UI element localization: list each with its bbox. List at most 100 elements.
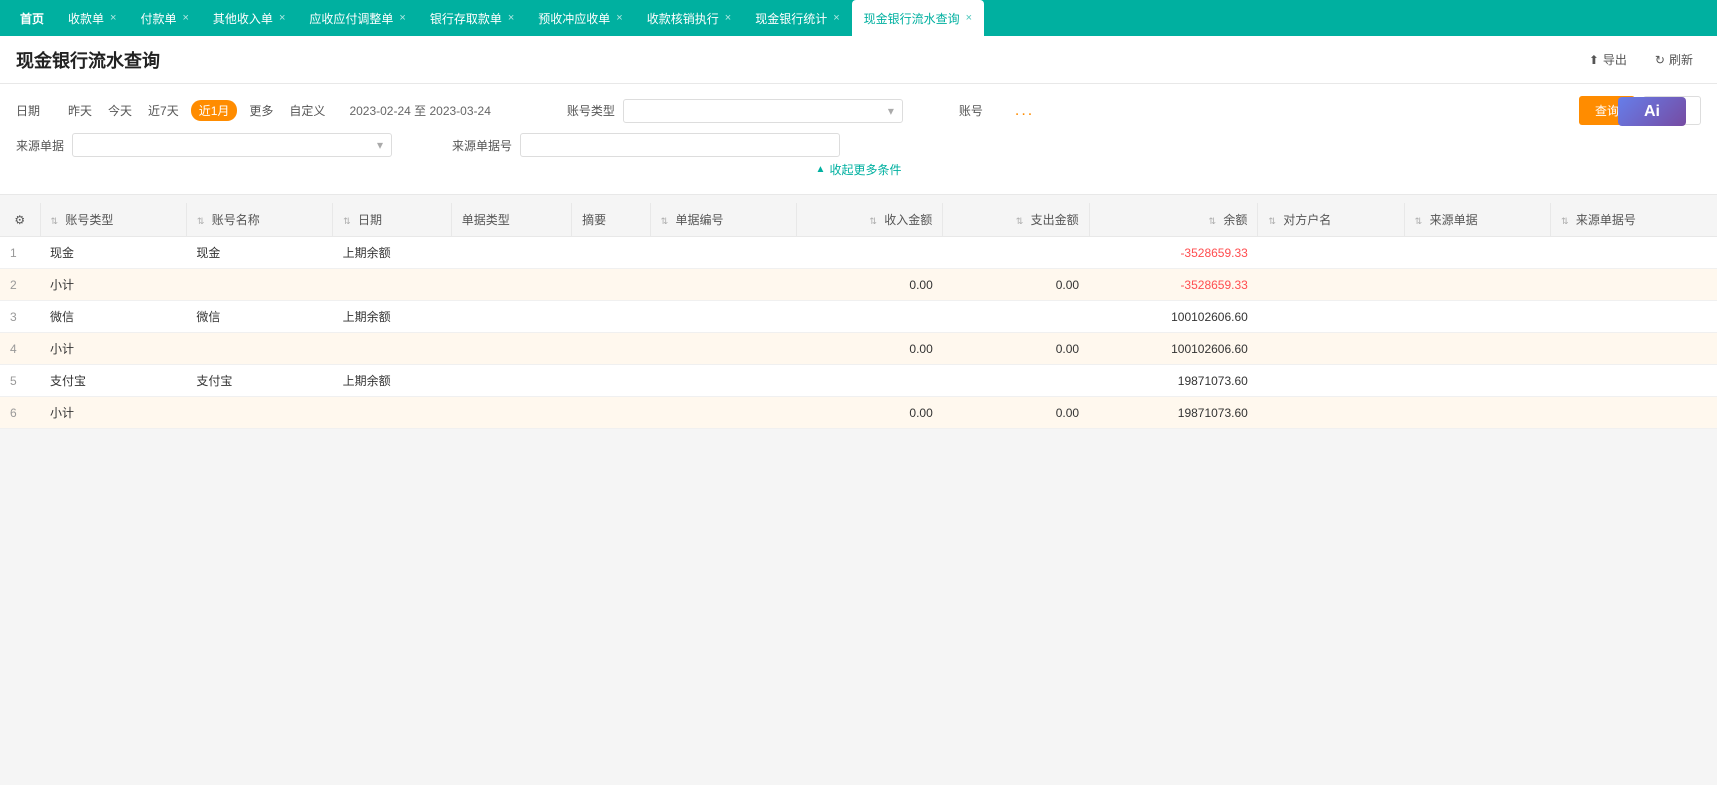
nav-prepay-offset[interactable]: 预收冲应收单 × <box>526 0 634 36</box>
sort-account-name-icon: ⇅ <box>197 216 205 226</box>
cell-expense: 0.00 <box>943 269 1089 301</box>
refresh-button[interactable]: ↻ 刷新 <box>1647 47 1701 72</box>
cell-account-type: 支付宝 <box>40 365 186 397</box>
cell-summary <box>572 269 651 301</box>
cell-balance: 100102606.60 <box>1089 333 1258 365</box>
close-bank-deposit-icon[interactable]: × <box>508 12 514 24</box>
cell-account-name: 现金 <box>186 237 332 269</box>
cell-expense: 0.00 <box>943 333 1089 365</box>
date-yesterday[interactable]: 昨天 <box>64 100 96 121</box>
collapse-bar[interactable]: ▲ 收起更多条件 <box>16 157 1701 182</box>
close-ar-ap-icon[interactable]: × <box>399 12 405 24</box>
nav-ar-ap-adjust[interactable]: 应收应付调整单 × <box>297 0 417 36</box>
close-verify-icon[interactable]: × <box>725 12 731 24</box>
cell-balance: 19871073.60 <box>1089 365 1258 397</box>
cell-expense: 0.00 <box>943 397 1089 429</box>
table-row: 3 微信 微信 上期余额 100102606.60 <box>0 301 1717 333</box>
row-num: 1 <box>0 237 40 269</box>
sort-source-doc-icon: ⇅ <box>1415 216 1423 226</box>
close-receipt-icon[interactable]: × <box>110 12 116 24</box>
col-source-doc[interactable]: ⇅ 来源单据 <box>1404 203 1550 237</box>
col-source-doc-no[interactable]: ⇅ 来源单据号 <box>1551 203 1717 237</box>
row-num: 5 <box>0 365 40 397</box>
filter-row-2: 来源单据 ▾ 来源单据号 <box>16 133 1701 157</box>
table-header-row: ⚙ ⇅ 账号类型 ⇅ 账号名称 ⇅ 日期 单据类型 摘要 <box>0 203 1717 237</box>
close-flow-icon[interactable]: × <box>966 12 972 24</box>
col-income[interactable]: ⇅ 收入金额 <box>796 203 942 237</box>
cell-income <box>796 237 942 269</box>
cell-doc-no <box>650 237 796 269</box>
cell-date <box>333 269 452 301</box>
col-doc-type[interactable]: 单据类型 <box>451 203 571 237</box>
cell-account-name: 支付宝 <box>186 365 332 397</box>
account-label: 账号 <box>959 102 999 119</box>
nav-cash-bank-flow[interactable]: 现金银行流水查询 × <box>852 0 984 36</box>
col-counterparty[interactable]: ⇅ 对方户名 <box>1258 203 1404 237</box>
header-actions: ⬆ 导出 ↻ 刷新 <box>1581 47 1701 72</box>
close-prepay-icon[interactable]: × <box>616 12 622 24</box>
page-header: 现金银行流水查询 ⬆ 导出 ↻ 刷新 <box>0 36 1717 84</box>
date-options: 昨天 今天 近7天 近1月 更多 自定义 <box>64 100 329 121</box>
cell-account-type: 小计 <box>40 269 186 301</box>
cell-summary <box>572 237 651 269</box>
date-custom[interactable]: 自定义 <box>285 100 329 121</box>
col-doc-no[interactable]: ⇅ 单据编号 <box>650 203 796 237</box>
account-type-filter-group: 账号类型 ▾ <box>567 99 903 123</box>
nav-bank-deposit[interactable]: 银行存取款单 × <box>418 0 526 36</box>
nav-receipt[interactable]: 收款单 × <box>56 0 128 36</box>
col-account-name[interactable]: ⇅ 账号名称 <box>186 203 332 237</box>
cell-account-name <box>186 269 332 301</box>
cell-expense <box>943 237 1089 269</box>
col-account-type[interactable]: ⇅ 账号类型 <box>40 203 186 237</box>
account-type-select[interactable]: ▾ <box>623 99 903 123</box>
col-date[interactable]: ⇅ 日期 <box>333 203 452 237</box>
date-more[interactable]: 更多 <box>245 100 277 121</box>
cell-balance: 100102606.60 <box>1089 301 1258 333</box>
cell-doc-no <box>650 301 796 333</box>
page-title: 现金银行流水查询 <box>16 47 160 73</box>
cell-account-type: 小计 <box>40 397 186 429</box>
cell-counterparty <box>1258 397 1404 429</box>
cell-source-doc-no <box>1551 333 1717 365</box>
nav-home[interactable]: 首页 <box>8 0 56 36</box>
cell-source-doc-no <box>1551 397 1717 429</box>
close-payment-icon[interactable]: × <box>182 12 188 24</box>
source-doc-no-filter-group: 来源单据号 <box>452 133 840 157</box>
export-button[interactable]: ⬆ 导出 <box>1581 47 1635 72</box>
source-doc-no-input[interactable] <box>520 133 840 157</box>
cell-source-doc <box>1404 397 1550 429</box>
cell-counterparty <box>1258 269 1404 301</box>
col-gear[interactable]: ⚙ <box>0 203 40 237</box>
cell-summary <box>572 301 651 333</box>
table-row: 2 小计 0.00 0.00 -3528659.33 <box>0 269 1717 301</box>
nav-other-income[interactable]: 其他收入单 × <box>201 0 297 36</box>
close-stat-icon[interactable]: × <box>833 12 839 24</box>
cell-summary <box>572 397 651 429</box>
date-7days[interactable]: 近7天 <box>144 100 183 121</box>
nav-receipt-verify[interactable]: 收款核销执行 × <box>635 0 743 36</box>
table-body: 1 现金 现金 上期余额 -3528659.33 2 小计 0.00 0.00 … <box>0 237 1717 429</box>
account-dots-button[interactable]: ... <box>1015 102 1034 120</box>
filter-area: 日期 昨天 今天 近7天 近1月 更多 自定义 2023-02-24 至 202… <box>0 84 1717 195</box>
col-summary[interactable]: 摘要 <box>572 203 651 237</box>
col-balance[interactable]: ⇅ 余额 <box>1089 203 1258 237</box>
cell-income <box>796 301 942 333</box>
ai-badge[interactable]: Ai <box>1618 97 1686 126</box>
cell-expense <box>943 365 1089 397</box>
col-expense[interactable]: ⇅ 支出金额 <box>943 203 1089 237</box>
row-num: 4 <box>0 333 40 365</box>
nav-cash-bank-stat[interactable]: 现金银行统计 × <box>743 0 851 36</box>
data-table-container: ⚙ ⇅ 账号类型 ⇅ 账号名称 ⇅ 日期 单据类型 摘要 <box>0 203 1717 429</box>
data-table: ⚙ ⇅ 账号类型 ⇅ 账号名称 ⇅ 日期 单据类型 摘要 <box>0 203 1717 429</box>
source-doc-select[interactable]: ▾ <box>72 133 392 157</box>
date-label: 日期 <box>16 102 56 119</box>
cell-account-name <box>186 333 332 365</box>
row-num: 3 <box>0 301 40 333</box>
nav-payment[interactable]: 付款单 × <box>128 0 200 36</box>
close-other-income-icon[interactable]: × <box>279 12 285 24</box>
date-today[interactable]: 今天 <box>104 100 136 121</box>
cell-doc-type <box>451 301 571 333</box>
date-1month[interactable]: 近1月 <box>191 100 238 121</box>
cell-balance: 19871073.60 <box>1089 397 1258 429</box>
source-doc-label: 来源单据 <box>16 137 64 154</box>
